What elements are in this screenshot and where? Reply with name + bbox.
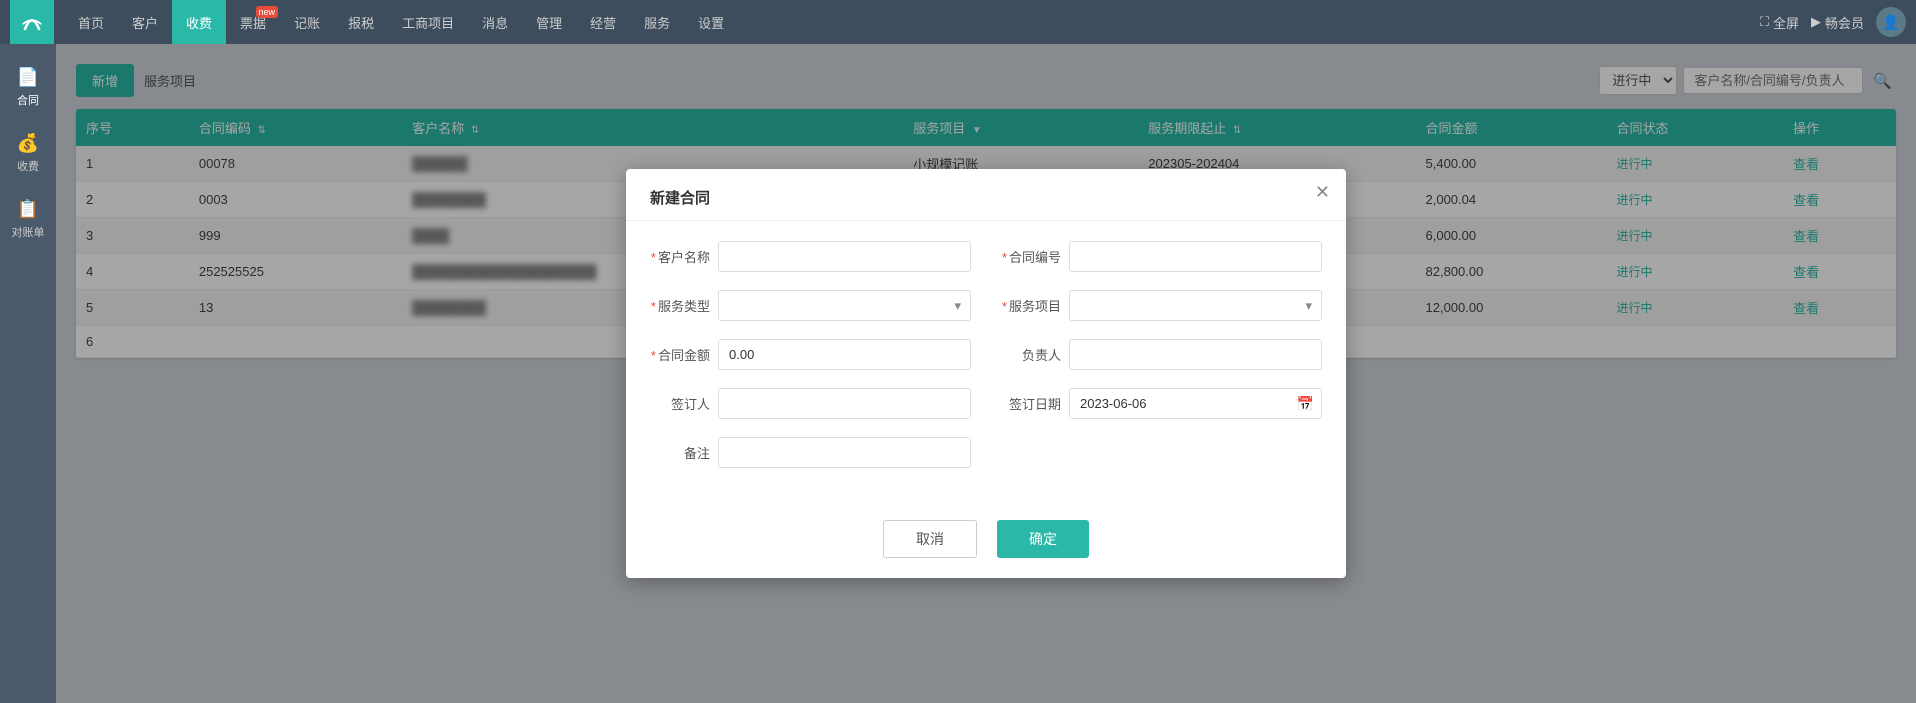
customer-name-label: *客户名称 <box>650 247 710 266</box>
modal-body: *客户名称 *合同编号 <box>626 221 1346 506</box>
nav-operation[interactable]: 经营 <box>576 0 630 44</box>
nav-invoice[interactable]: 票据 new <box>226 0 280 44</box>
logo <box>10 0 54 44</box>
nav-home[interactable]: 首页 <box>64 0 118 44</box>
remark-label: 备注 <box>650 443 710 462</box>
nav-fee[interactable]: 收费 <box>172 0 226 44</box>
sign-date-label: 签订日期 <box>1001 394 1061 413</box>
form-group-remark: 备注 <box>650 437 971 468</box>
service-type-select[interactable] <box>718 290 971 321</box>
nav-business[interactable]: 工商项目 <box>388 0 468 44</box>
service-item-label: *服务项目 <box>1001 296 1061 315</box>
contract-icon: 📄 <box>17 66 39 88</box>
form-group-contract-no: *合同编号 <box>1001 241 1322 272</box>
amount-label: *合同金额 <box>650 345 710 364</box>
top-nav: 首页 客户 收费 票据 new 记账 报税 工商项目 消息 管理 经营 服务 设… <box>0 0 1916 44</box>
amount-input[interactable] <box>718 339 971 370</box>
form-row-4: 签订人 签订日期 📅 <box>650 388 1322 419</box>
sidebar-item-contract[interactable]: 📄 合同 <box>0 54 56 120</box>
fullscreen-btn[interactable]: ⛶ 全屏 <box>1760 13 1799 32</box>
modal-header: 新建合同 <box>626 169 1346 221</box>
form-group-customer: *客户名称 <box>650 241 971 272</box>
vip-icon: ▶ <box>1811 14 1821 30</box>
nav-right: ⛶ 全屏 ▶ 畅会员 👤 <box>1760 7 1906 37</box>
nav-manage[interactable]: 管理 <box>522 0 576 44</box>
form-group-sign-date: 签订日期 📅 <box>1001 388 1322 419</box>
form-group-empty <box>1001 437 1322 468</box>
modal-overlay: 新建合同 ✕ *客户名称 *合同编号 <box>56 44 1916 703</box>
service-type-select-wrap <box>718 290 971 321</box>
form-group-responsible: 负责人 <box>1001 339 1322 370</box>
calendar-icon[interactable]: 📅 <box>1297 395 1314 412</box>
form-group-amount: *合同金额 <box>650 339 971 370</box>
modal-title: 新建合同 <box>650 190 710 207</box>
modal: 新建合同 ✕ *客户名称 *合同编号 <box>626 169 1346 578</box>
sidebar-item-fee[interactable]: 💰 收费 <box>0 120 56 186</box>
nav-bookkeeping[interactable]: 记账 <box>280 0 334 44</box>
modal-close-button[interactable]: ✕ <box>1315 183 1330 201</box>
customer-name-input[interactable] <box>718 241 971 272</box>
nav-customer[interactable]: 客户 <box>118 0 172 44</box>
cancel-button[interactable]: 取消 <box>883 520 977 558</box>
nav-tax[interactable]: 报税 <box>334 0 388 44</box>
service-item-select-wrap <box>1069 290 1322 321</box>
contract-no-label: *合同编号 <box>1001 247 1061 266</box>
form-group-signer: 签订人 <box>650 388 971 419</box>
form-row-2: *服务类型 *服务项目 <box>650 290 1322 321</box>
responsible-input[interactable] <box>1069 339 1322 370</box>
signer-input[interactable] <box>718 388 971 419</box>
modal-footer: 取消 确定 <box>626 506 1346 578</box>
content-area: 新增 服务项目 进行中 全部 已结束 🔍 序号 合同编 <box>56 44 1916 703</box>
confirm-button[interactable]: 确定 <box>997 520 1089 558</box>
fullscreen-icon: ⛶ <box>1760 14 1769 30</box>
sidebar: 📄 合同 💰 收费 📋 对账单 <box>0 44 56 703</box>
nav-service[interactable]: 服务 <box>630 0 684 44</box>
new-badge: new <box>256 6 279 18</box>
main-layout: 📄 合同 💰 收费 📋 对账单 新增 服务项目 进行中 全部 已结束 <box>0 44 1916 703</box>
form-group-service-item: *服务项目 <box>1001 290 1322 321</box>
sidebar-item-reconcile[interactable]: 📋 对账单 <box>0 186 56 252</box>
form-row-1: *客户名称 *合同编号 <box>650 241 1322 272</box>
sign-date-wrap: 📅 <box>1069 388 1322 419</box>
nav-settings[interactable]: 设置 <box>684 0 738 44</box>
vip-btn[interactable]: ▶ 畅会员 <box>1811 13 1864 32</box>
responsible-label: 负责人 <box>1001 345 1061 364</box>
fee-icon: 💰 <box>17 132 39 154</box>
form-group-service-type: *服务类型 <box>650 290 971 321</box>
avatar[interactable]: 👤 <box>1876 7 1906 37</box>
reconcile-icon: 📋 <box>17 198 39 220</box>
service-type-label: *服务类型 <box>650 296 710 315</box>
form-row-3: *合同金额 负责人 <box>650 339 1322 370</box>
sign-date-input[interactable] <box>1069 388 1322 419</box>
service-item-select[interactable] <box>1069 290 1322 321</box>
signer-label: 签订人 <box>650 394 710 413</box>
contract-no-input[interactable] <box>1069 241 1322 272</box>
form-row-5: 备注 <box>650 437 1322 468</box>
nav-message[interactable]: 消息 <box>468 0 522 44</box>
remark-input[interactable] <box>718 437 971 468</box>
